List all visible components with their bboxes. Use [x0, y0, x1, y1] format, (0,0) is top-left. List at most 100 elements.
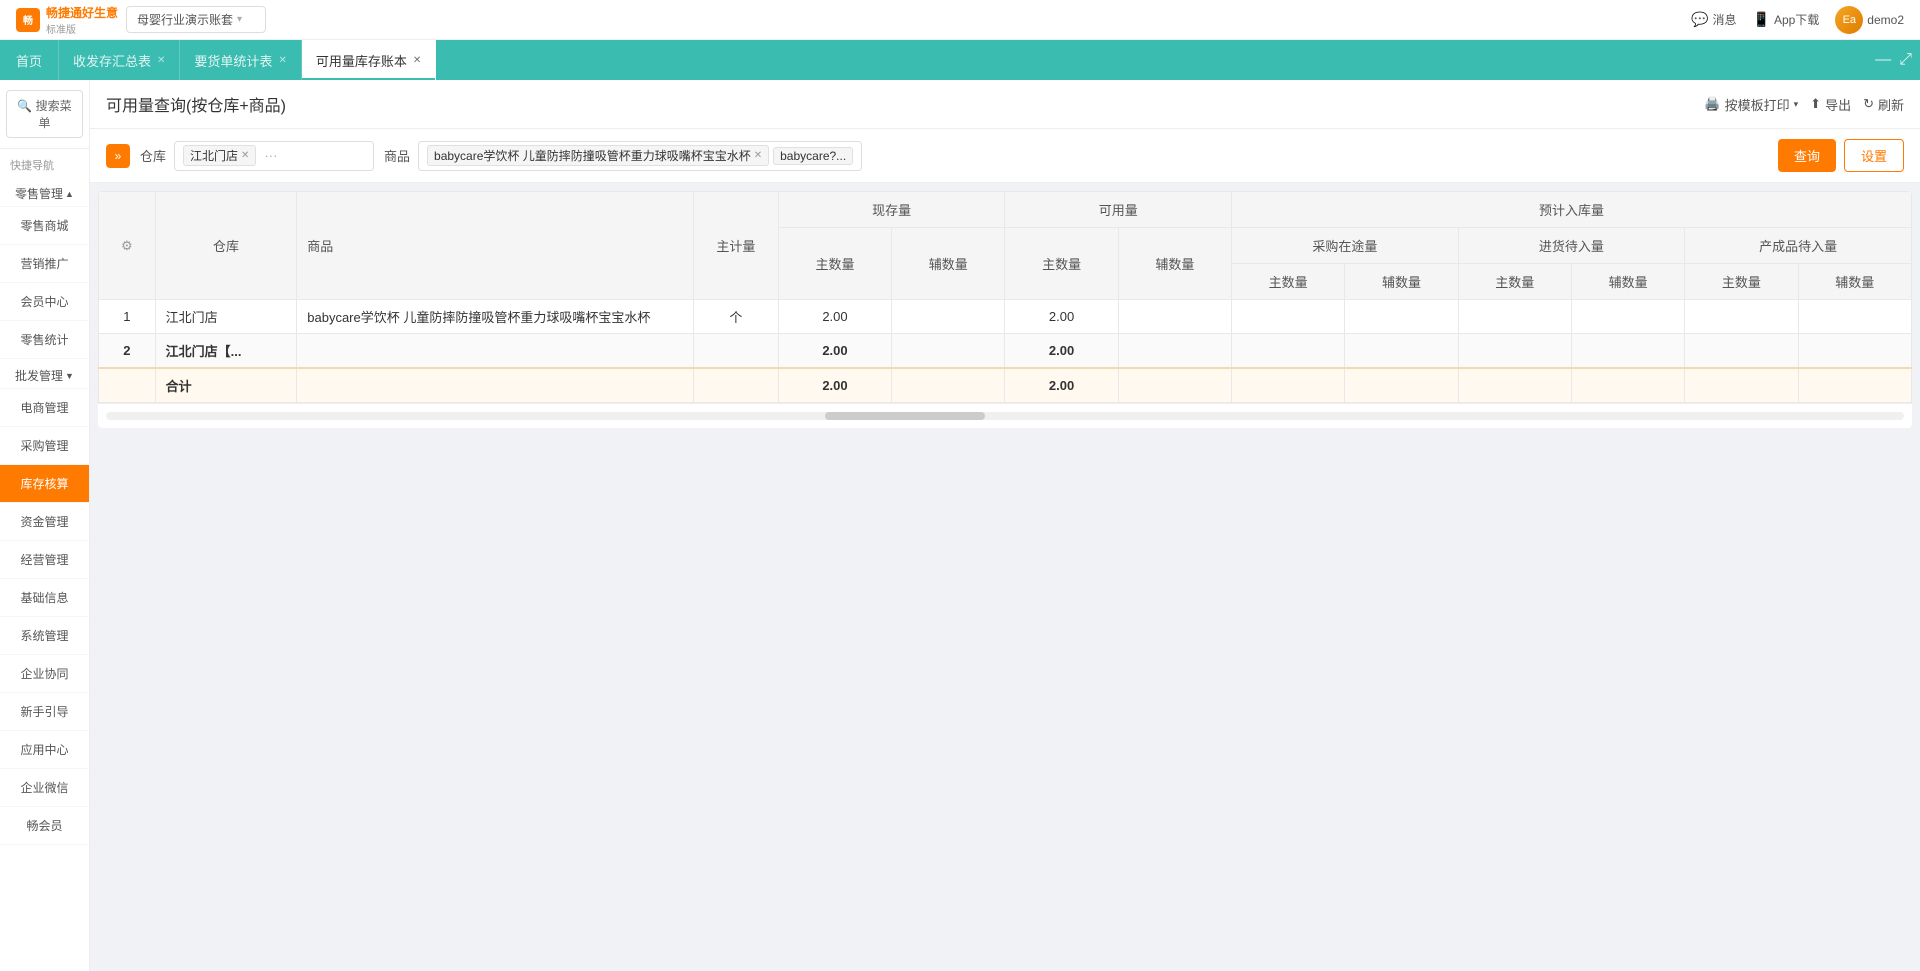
warehouse-tag-close[interactable]: ✕: [241, 150, 249, 161]
avatar: Ea: [1835, 6, 1863, 34]
th-current-stock: 现存量: [778, 192, 1005, 228]
td-pp-aux-2: [1798, 334, 1911, 369]
warehouse-label: 仓库: [140, 146, 166, 165]
messages-btn[interactable]: 💬 消息: [1691, 11, 1736, 28]
page-header: 可用量查询(按仓库+商品) 🖨️ 按模板打印 ▾ ⬆ 导出 ↻ 刷新: [90, 80, 1920, 129]
tab-maximize-btn[interactable]: ⤢: [1899, 51, 1912, 69]
tab-available-inventory-close[interactable]: ✕: [413, 55, 421, 66]
sidebar-item-vip-member[interactable]: 畅会员: [0, 807, 89, 845]
chevron-down-icon2: ▼: [65, 371, 74, 381]
warehouse-filter-group: 仓库 江北门店 ✕ ···: [140, 141, 374, 171]
sidebar-item-app-center[interactable]: 应用中心: [0, 731, 89, 769]
warehouse-tag-jiangbei: 江北门店 ✕: [183, 145, 256, 166]
td-goods-1: babycare学饮杯 儿童防摔防撞吸管杯重力球吸嘴杯宝宝水杯: [297, 300, 694, 334]
tab-order-stats[interactable]: 要货单统计表 ✕: [180, 40, 301, 80]
td-pp-aux-1: [1798, 300, 1911, 334]
td-ip-aux-2: [1571, 334, 1684, 369]
td-av-aux-1: [1118, 300, 1231, 334]
sidebar: 🔍 搜索菜单 快捷导航 零售管理 ▲ 零售商城 营销推广 会员中心 零售统计 批…: [0, 80, 90, 971]
th-current-stock-aux: 辅数量: [892, 228, 1005, 300]
th-product-main: 主数量: [1685, 264, 1798, 300]
scroll-thumb[interactable]: [825, 412, 985, 420]
table-footer: [98, 403, 1912, 428]
app-download-btn[interactable]: 📱 App下载: [1753, 11, 1820, 28]
sidebar-item-enterprise-wechat[interactable]: 企业微信: [0, 769, 89, 807]
tab-home-label: 首页: [16, 51, 42, 70]
goods-tag-babycare2: babycare?...: [773, 147, 853, 165]
sidebar-item-basic-info[interactable]: 基础信息: [0, 579, 89, 617]
td-unit-1: 个: [693, 300, 778, 334]
industry-selector[interactable]: 母婴行业演示账套 ▾: [126, 6, 266, 33]
goods-filter-group: 商品 babycare学饮杯 儿童防摔防撞吸管杯重力球吸嘴杯宝宝水杯 ✕ bab…: [384, 141, 862, 171]
tab-receive-summary-label: 收发存汇总表: [73, 51, 151, 70]
td-warehouse-1: 江北门店: [155, 300, 297, 334]
td-summary-av-main: 2.00: [1005, 368, 1118, 403]
search-menu-btn[interactable]: 🔍 搜索菜单: [6, 90, 83, 138]
warehouse-tag-box[interactable]: 江北门店 ✕ ···: [174, 141, 374, 171]
user-menu[interactable]: Ea demo2: [1835, 6, 1904, 34]
sidebar-search: 🔍 搜索菜单: [0, 80, 89, 149]
td-pit-main-2: [1232, 334, 1345, 369]
goods-tag-babycare: babycare学饮杯 儿童防摔防撞吸管杯重力球吸嘴杯宝宝水杯 ✕: [427, 145, 769, 166]
sidebar-item-retail-stats[interactable]: 零售统计: [0, 321, 89, 359]
chevron-down-icon: ▾: [237, 14, 242, 25]
sidebar-item-wholesale-mgmt[interactable]: 批发管理 ▼: [0, 359, 89, 389]
td-summary-cs-main: 2.00: [778, 368, 891, 403]
sidebar-item-member[interactable]: 会员中心: [0, 283, 89, 321]
tab-available-inventory[interactable]: 可用量库存账本 ✕: [302, 40, 436, 80]
sidebar-item-enterprise[interactable]: 企业协同: [0, 655, 89, 693]
td-summary-empty3: [693, 368, 778, 403]
refresh-btn[interactable]: ↻ 刷新: [1863, 95, 1904, 114]
tab-minimize-btn[interactable]: —: [1875, 51, 1891, 69]
horizontal-scrollbar[interactable]: [106, 412, 1904, 420]
th-main-unit: 主计量: [693, 192, 778, 300]
td-pp-main-2: [1685, 334, 1798, 369]
template-print-btn[interactable]: 🖨️ 按模板打印 ▾: [1704, 95, 1798, 114]
td-summary-ip-aux: [1571, 368, 1684, 403]
tab-home[interactable]: 首页: [0, 40, 59, 80]
tab-order-stats-close[interactable]: ✕: [278, 55, 286, 66]
td-cs-aux-1: [892, 300, 1005, 334]
tab-receive-summary[interactable]: 收发存汇总表 ✕: [59, 40, 180, 80]
sidebar-item-operations[interactable]: 经营管理: [0, 541, 89, 579]
th-available: 可用量: [1005, 192, 1232, 228]
td-pit-aux-1: [1345, 300, 1458, 334]
filter-expand-btn[interactable]: »: [106, 144, 130, 168]
query-button[interactable]: 查询: [1778, 139, 1836, 172]
filter-action-buttons: 查询 设置: [1778, 139, 1904, 172]
settings-button[interactable]: 设置: [1844, 139, 1904, 172]
sidebar-item-system[interactable]: 系统管理: [0, 617, 89, 655]
sidebar-item-inventory[interactable]: 库存核算: [0, 465, 89, 503]
logo-icon: 畅: [16, 8, 40, 32]
search-icon: 🔍: [17, 99, 35, 113]
goods-tag-box[interactable]: babycare学饮杯 儿童防摔防撞吸管杯重力球吸嘴杯宝宝水杯 ✕ babyca…: [418, 141, 862, 171]
sidebar-item-purchase[interactable]: 采购管理: [0, 427, 89, 465]
th-product-aux: 辅数量: [1798, 264, 1911, 300]
export-btn[interactable]: ⬆ 导出: [1810, 95, 1851, 114]
summary-row: 合计 2.00 2.00: [99, 368, 1912, 403]
inventory-table: ⚙ 仓库 商品 主计量 现存量 可用量 预计入库量 主数量 辅数量: [98, 191, 1912, 403]
warehouse-ellipsis[interactable]: ···: [260, 148, 281, 163]
sidebar-item-ecommerce[interactable]: 电商管理: [0, 389, 89, 427]
sidebar-item-new-guide[interactable]: 新手引导: [0, 693, 89, 731]
td-pit-aux-2: [1345, 334, 1458, 369]
filter-section: » 仓库 江北门店 ✕ ··· 商品 babycare学饮杯 儿童防摔防撞吸管杯…: [90, 129, 1920, 183]
th-inbound-main: 主数量: [1458, 264, 1571, 300]
goods-label: 商品: [384, 146, 410, 165]
goods-tag-close-1[interactable]: ✕: [754, 150, 762, 161]
td-pit-main-1: [1232, 300, 1345, 334]
th-available-aux: 辅数量: [1118, 228, 1231, 300]
table-wrapper: ⚙ 仓库 商品 主计量 现存量 可用量 预计入库量 主数量 辅数量: [98, 191, 1912, 403]
th-available-main: 主数量: [1005, 228, 1118, 300]
sidebar-item-finance[interactable]: 资金管理: [0, 503, 89, 541]
settings-icon: ⚙: [121, 238, 133, 253]
td-summary-pp-aux: [1798, 368, 1911, 403]
main-layout: 🔍 搜索菜单 快捷导航 零售管理 ▲ 零售商城 营销推广 会员中心 零售统计 批…: [0, 80, 1920, 971]
sidebar-item-marketing[interactable]: 营销推广: [0, 245, 89, 283]
td-summary-empty1: [99, 368, 156, 403]
th-settings-icon[interactable]: ⚙: [99, 192, 156, 300]
sidebar-item-retail-mgmt[interactable]: 零售管理 ▲: [0, 177, 89, 207]
table-row: 1 江北门店 babycare学饮杯 儿童防摔防撞吸管杯重力球吸嘴杯宝宝水杯 个…: [99, 300, 1912, 334]
tab-receive-summary-close[interactable]: ✕: [157, 55, 165, 66]
sidebar-item-retail-store[interactable]: 零售商城: [0, 207, 89, 245]
